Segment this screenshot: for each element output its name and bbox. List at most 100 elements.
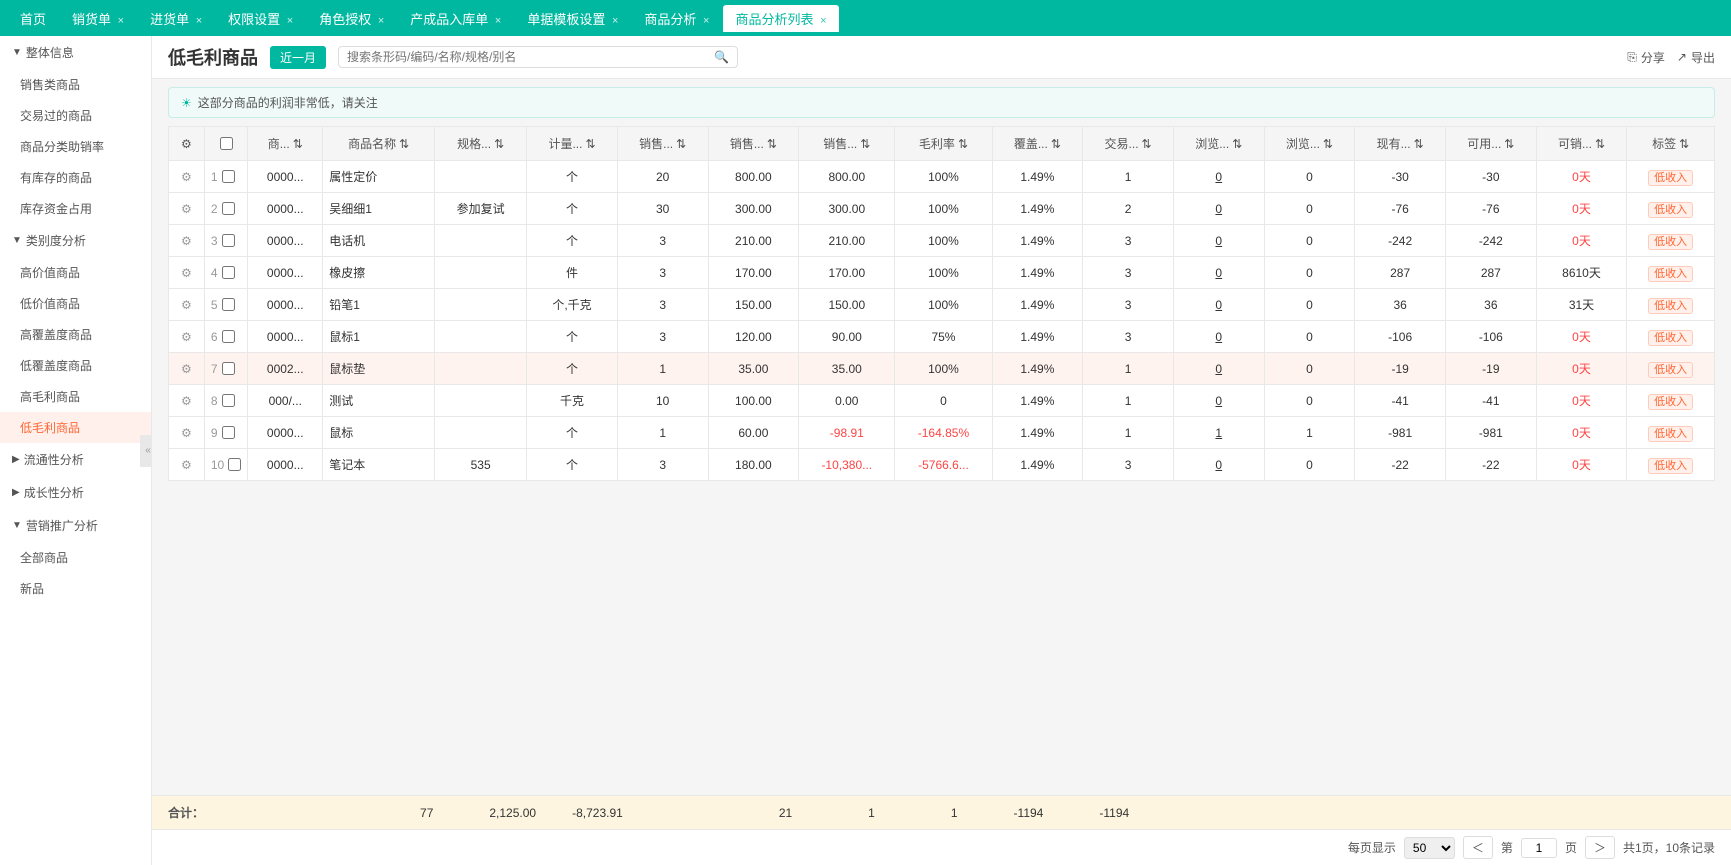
sidebar-item-high-margin[interactable]: 高毛利商品: [0, 381, 151, 412]
row-tag: 低收入: [1627, 161, 1715, 193]
row-checkbox[interactable]: [222, 298, 235, 311]
sidebar-item-in-stock[interactable]: 有库存的商品: [0, 162, 151, 193]
sidebar-item-all-products[interactable]: 全部商品: [0, 542, 151, 573]
row-view1[interactable]: 0: [1173, 193, 1264, 225]
row-view1[interactable]: 0: [1173, 289, 1264, 321]
nav-product-analysis[interactable]: 商品分析 ×: [632, 5, 721, 32]
sidebar-item-traded-products[interactable]: 交易过的商品: [0, 100, 151, 131]
row-trade: 1: [1083, 417, 1174, 449]
sidebar-item-low-value[interactable]: 低价值商品: [0, 288, 151, 319]
th-margin[interactable]: 毛利率 ⇅: [895, 127, 992, 161]
row-checkbox[interactable]: [222, 266, 235, 279]
sidebar-item-category-rate[interactable]: 商品分类助销率: [0, 131, 151, 162]
sidebar-item-sales-products[interactable]: 销售类商品: [0, 69, 151, 100]
footer-sales-profit: -8,723.91: [572, 806, 623, 820]
th-unit[interactable]: 计量... ⇅: [527, 127, 618, 161]
close-icon[interactable]: ×: [118, 15, 124, 27]
tag-badge: 低收入: [1648, 426, 1693, 442]
th-saleable[interactable]: 可销... ⇅: [1536, 127, 1627, 161]
select-all-checkbox[interactable]: [220, 137, 233, 150]
sidebar-item-capital-usage[interactable]: 库存资金占用: [0, 193, 151, 224]
th-sales-qty[interactable]: 销售... ⇅: [617, 127, 708, 161]
nav-purchase-order[interactable]: 进货单 ×: [138, 5, 214, 32]
row-view1[interactable]: 0: [1173, 449, 1264, 481]
sidebar-item-high-coverage[interactable]: 高覆盖度商品: [0, 319, 151, 350]
th-current[interactable]: 现有... ⇅: [1355, 127, 1446, 161]
close-icon[interactable]: ×: [378, 15, 384, 27]
sidebar-item-low-coverage[interactable]: 低覆盖度商品: [0, 350, 151, 381]
row-settings: ⚙: [169, 321, 205, 353]
share-button[interactable]: ⎘ 分享: [1627, 49, 1665, 66]
tag-badge: 低收入: [1648, 202, 1693, 218]
row-checkbox[interactable]: [222, 202, 235, 215]
row-view1[interactable]: 1: [1173, 417, 1264, 449]
nav-role-auth[interactable]: 角色授权 ×: [307, 5, 396, 32]
search-icon[interactable]: 🔍: [714, 50, 729, 64]
th-name[interactable]: 商品名称 ⇅: [323, 127, 435, 161]
page-size-select[interactable]: 50 100 200: [1404, 837, 1455, 859]
row-checkbox-cell: 6: [204, 321, 247, 353]
sidebar-collapse-button[interactable]: «: [140, 435, 152, 467]
sidebar-item-new-products[interactable]: 新品: [0, 573, 151, 604]
close-icon[interactable]: ×: [820, 15, 826, 27]
search-input[interactable]: [347, 50, 714, 64]
table-row: ⚙ 10 0000... 笔记本 535 个 3 180.00 -10,380.…: [169, 449, 1715, 481]
row-saleable: 0天: [1536, 321, 1627, 353]
th-available[interactable]: 可用... ⇅: [1445, 127, 1536, 161]
sidebar-group-marketing[interactable]: ▼ 营销推广分析: [0, 509, 151, 542]
row-view1[interactable]: 0: [1173, 321, 1264, 353]
row-view1[interactable]: 0: [1173, 385, 1264, 417]
close-icon[interactable]: ×: [703, 15, 709, 27]
nav-permissions[interactable]: 权限设置 ×: [216, 5, 305, 32]
nav-product-analysis-list[interactable]: 商品分析列表 ×: [723, 5, 838, 32]
row-view1[interactable]: 0: [1173, 161, 1264, 193]
row-sales-profit: -10,380...: [799, 449, 895, 481]
row-margin: -5766.6...: [895, 449, 992, 481]
th-sales-profit[interactable]: 销售... ⇅: [799, 127, 895, 161]
sidebar-item-high-value[interactable]: 高价值商品: [0, 257, 151, 288]
export-button[interactable]: ↗ 导出: [1677, 49, 1715, 66]
th-coverage[interactable]: 覆盖... ⇅: [992, 127, 1083, 161]
row-checkbox[interactable]: [228, 458, 241, 471]
th-view1[interactable]: 浏览... ⇅: [1173, 127, 1264, 161]
nav-home[interactable]: 首页: [8, 5, 58, 32]
th-tag[interactable]: 标签 ⇅: [1627, 127, 1715, 161]
sidebar-item-low-margin[interactable]: 低毛利商品: [0, 412, 151, 443]
close-icon[interactable]: ×: [612, 15, 618, 27]
th-code[interactable]: 商... ⇅: [248, 127, 323, 161]
next-page-button[interactable]: ＞: [1585, 836, 1615, 859]
row-number: 10: [211, 458, 224, 472]
row-checkbox[interactable]: [222, 234, 235, 247]
th-checkbox[interactable]: [204, 127, 247, 161]
page-number-input[interactable]: [1521, 838, 1557, 858]
th-sales-amount[interactable]: 销售... ⇅: [708, 127, 799, 161]
close-icon[interactable]: ×: [196, 15, 202, 27]
row-view1[interactable]: 0: [1173, 353, 1264, 385]
row-view1[interactable]: 0: [1173, 257, 1264, 289]
row-checkbox[interactable]: [222, 170, 235, 183]
sidebar-group-category[interactable]: ▼ 类别度分析: [0, 224, 151, 257]
th-settings[interactable]: ⚙: [169, 127, 205, 161]
row-checkbox[interactable]: [222, 330, 235, 343]
th-spec[interactable]: 规格... ⇅: [435, 127, 527, 161]
sidebar-group-liquidity[interactable]: ▶ 流通性分析: [0, 443, 151, 476]
sidebar-group-overall[interactable]: ▼ 整体信息: [0, 36, 151, 69]
nav-sales-order[interactable]: 销货单 ×: [60, 5, 136, 32]
nav-product-entry[interactable]: 产成品入库单 ×: [398, 5, 513, 32]
row-checkbox[interactable]: [222, 362, 235, 375]
close-icon[interactable]: ×: [287, 15, 293, 27]
row-code: 000/...: [248, 385, 323, 417]
row-view2: 0: [1264, 449, 1355, 481]
close-icon[interactable]: ×: [495, 15, 501, 27]
row-view1[interactable]: 0: [1173, 225, 1264, 257]
row-sales-profit: 90.00: [799, 321, 895, 353]
row-checkbox[interactable]: [222, 394, 235, 407]
nav-template-settings[interactable]: 单据模板设置 ×: [515, 5, 630, 32]
th-trade[interactable]: 交易... ⇅: [1083, 127, 1174, 161]
sidebar-group-growth[interactable]: ▶ 成长性分析: [0, 476, 151, 509]
prev-page-button[interactable]: ＜: [1463, 836, 1493, 859]
th-view2[interactable]: 浏览... ⇅: [1264, 127, 1355, 161]
period-button[interactable]: 近一月: [270, 46, 326, 69]
row-spec: [435, 385, 527, 417]
row-checkbox[interactable]: [222, 426, 235, 439]
